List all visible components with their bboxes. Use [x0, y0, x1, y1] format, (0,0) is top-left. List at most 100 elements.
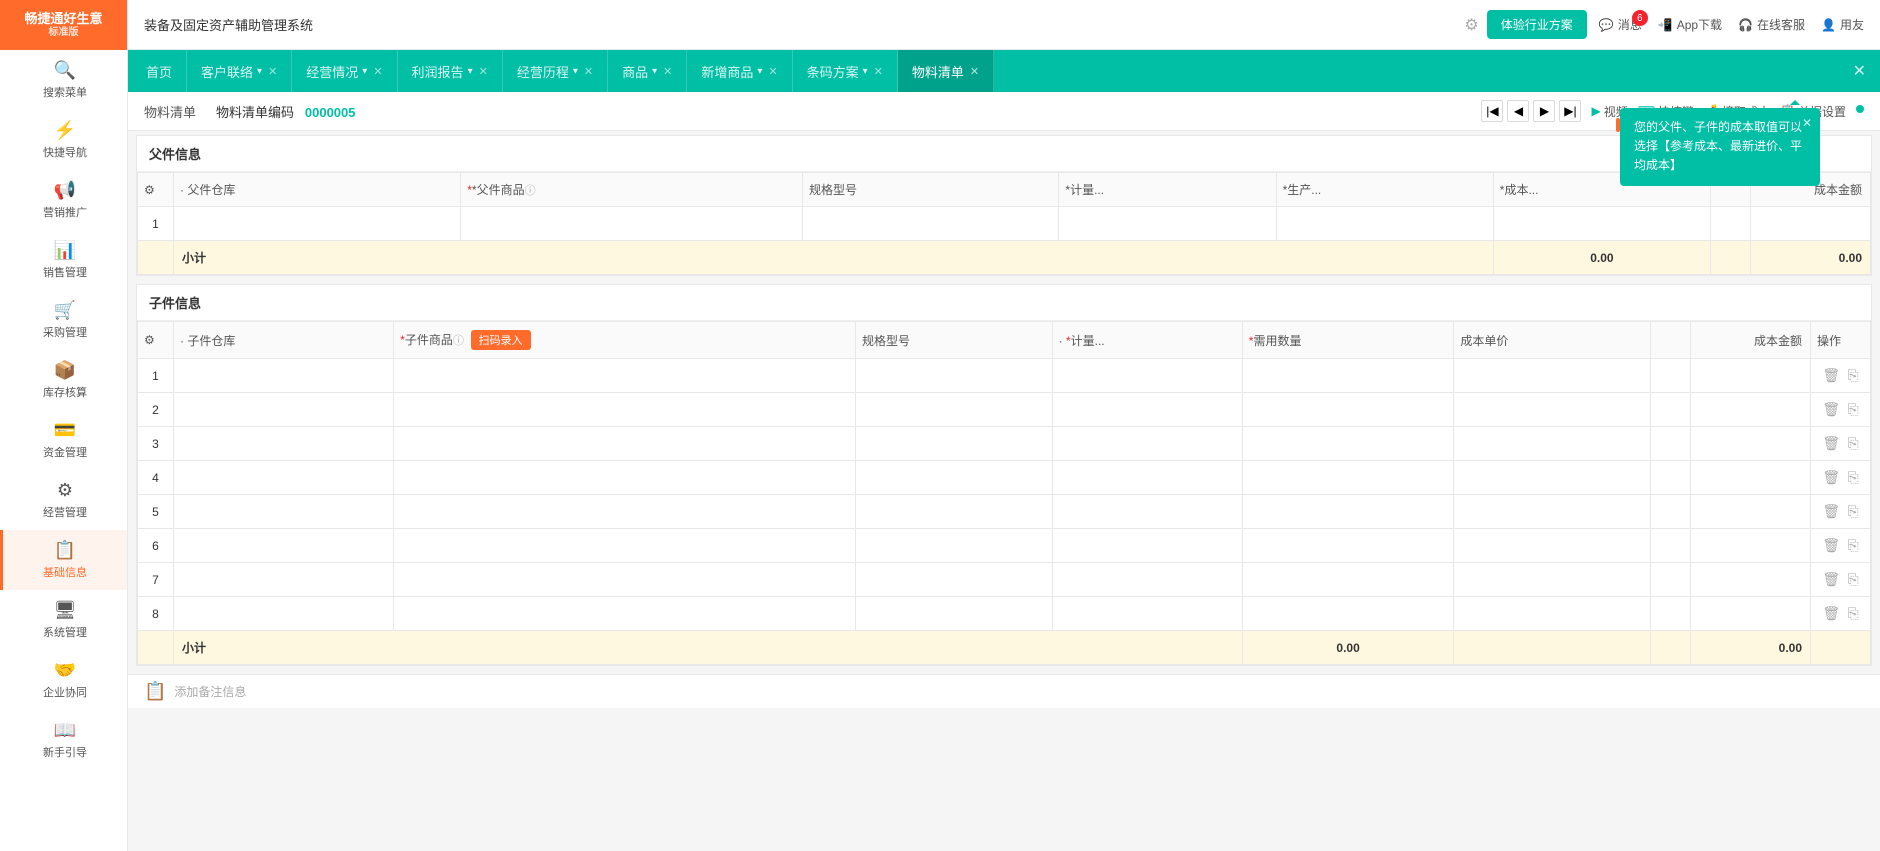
child-qty-cell[interactable]	[1242, 427, 1454, 461]
delete-row-btn[interactable]: 🗑	[1822, 571, 1840, 588]
child-unit-cell[interactable]	[1052, 529, 1242, 563]
child-config-gear-icon[interactable]: ⚙	[144, 333, 155, 347]
copy-row-btn[interactable]: ⎘	[1847, 367, 1858, 384]
sidebar-item-basic[interactable]: 📋 基础信息	[0, 530, 127, 590]
child-warehouse-cell[interactable]	[174, 597, 394, 631]
child-unit-cost-cell[interactable]	[1454, 427, 1651, 461]
child-unit-cost-cell[interactable]	[1454, 359, 1651, 393]
close-icon-7[interactable]: ✕	[874, 65, 883, 78]
child-unit-cost-cell[interactable]	[1454, 393, 1651, 427]
tab-close-all[interactable]: ✕	[1843, 61, 1876, 81]
delete-row-btn[interactable]: 🗑	[1822, 469, 1840, 486]
child-warehouse-cell[interactable]	[174, 461, 394, 495]
child-qty-cell[interactable]	[1242, 495, 1454, 529]
child-qty-cell[interactable]	[1242, 359, 1454, 393]
child-spec-cell[interactable]	[856, 461, 1053, 495]
copy-row-btn[interactable]: ⎘	[1847, 503, 1858, 520]
child-qty-cell[interactable]	[1242, 393, 1454, 427]
copy-row-btn[interactable]: ⎘	[1847, 469, 1858, 486]
sidebar-item-quick-nav[interactable]: ⚡ 快捷导航	[0, 110, 127, 170]
nav-next-next[interactable]: ▶|	[1559, 100, 1581, 122]
sidebar-item-marketing[interactable]: 📢 营销推广	[0, 170, 127, 230]
close-icon-2[interactable]: ✕	[373, 65, 382, 78]
child-warehouse-cell[interactable]	[174, 563, 394, 597]
child-spec-cell[interactable]	[856, 495, 1053, 529]
child-unit-cost-cell[interactable]	[1454, 597, 1651, 631]
settings-icon[interactable]: ⚙	[1464, 15, 1478, 35]
experience-btn[interactable]: 体验行业方案	[1487, 10, 1587, 39]
nav-prev-prev[interactable]: |◀	[1481, 100, 1503, 122]
child-spec-cell[interactable]	[856, 359, 1053, 393]
close-icon-8[interactable]: ✕	[970, 65, 979, 78]
child-spec-cell[interactable]	[856, 427, 1053, 461]
child-product-cell[interactable]	[394, 393, 856, 427]
child-warehouse-cell[interactable]	[174, 529, 394, 563]
child-unit-cost-cell[interactable]	[1454, 495, 1651, 529]
tab-barcode[interactable]: 条码方案 ▾ ✕	[793, 50, 898, 92]
child-qty-cell[interactable]	[1242, 563, 1454, 597]
child-qty-cell[interactable]	[1242, 529, 1454, 563]
close-icon-6[interactable]: ✕	[768, 65, 777, 78]
child-unit-cell[interactable]	[1052, 461, 1242, 495]
delete-row-btn[interactable]: 🗑	[1822, 605, 1840, 622]
close-icon[interactable]: ✕	[268, 65, 277, 78]
child-product-cell[interactable]	[394, 495, 856, 529]
copy-row-btn[interactable]: ⎘	[1847, 605, 1858, 622]
sidebar-item-finance[interactable]: 💳 资金管理	[0, 410, 127, 470]
child-spec-cell[interactable]	[856, 393, 1053, 427]
close-icon-3[interactable]: ✕	[479, 65, 488, 78]
sidebar-item-ops[interactable]: ⚙ 经营管理	[0, 470, 127, 530]
child-warehouse-cell[interactable]	[174, 427, 394, 461]
child-unit-cost-cell[interactable]	[1454, 461, 1651, 495]
delete-row-btn[interactable]: 🗑	[1822, 367, 1840, 384]
tab-history[interactable]: 经营历程 ▾ ✕	[503, 50, 608, 92]
nav-prev[interactable]: ◀	[1507, 100, 1529, 122]
copy-row-btn[interactable]: ⎘	[1847, 435, 1858, 452]
scan-btn[interactable]: 扫码录入	[471, 330, 531, 350]
online-service-item[interactable]: 🎧 在线客服	[1738, 16, 1805, 33]
child-unit-cell[interactable]	[1052, 597, 1242, 631]
child-product-cell[interactable]	[394, 563, 856, 597]
tab-product[interactable]: 商品 ▾ ✕	[608, 50, 687, 92]
child-unit-cell[interactable]	[1052, 393, 1242, 427]
sidebar-item-inventory[interactable]: 📦 库存核算	[0, 350, 127, 410]
sidebar-item-collab[interactable]: 🤝 企业协同	[0, 650, 127, 710]
child-unit-cell[interactable]	[1052, 359, 1242, 393]
child-qty-cell[interactable]	[1242, 461, 1454, 495]
nav-next[interactable]: ▶	[1533, 100, 1555, 122]
copy-row-btn[interactable]: ⎘	[1847, 401, 1858, 418]
child-spec-cell[interactable]	[856, 529, 1053, 563]
parent-prod-cell[interactable]	[1276, 207, 1493, 241]
message-nav-item[interactable]: 💬 6 消息	[1599, 16, 1642, 33]
delete-row-btn[interactable]: 🗑	[1822, 435, 1840, 452]
child-product-cell[interactable]	[394, 529, 856, 563]
child-unit-cell[interactable]	[1052, 563, 1242, 597]
parent-spec-cell[interactable]	[803, 207, 1059, 241]
sidebar-item-search[interactable]: 🔍 搜索菜单	[0, 50, 127, 110]
child-product-cell[interactable]	[394, 359, 856, 393]
parent-warehouse-cell[interactable]	[174, 207, 461, 241]
config-gear-icon[interactable]: ⚙	[144, 183, 155, 197]
child-product-cell[interactable]	[394, 427, 856, 461]
child-warehouse-cell[interactable]	[174, 359, 394, 393]
sidebar-item-purchase[interactable]: 🛒 采购管理	[0, 290, 127, 350]
delete-row-btn[interactable]: 🗑	[1822, 401, 1840, 418]
user-item[interactable]: 👤 用友	[1821, 16, 1864, 33]
child-spec-cell[interactable]	[856, 563, 1053, 597]
close-icon-5[interactable]: ✕	[663, 65, 672, 78]
child-spec-cell[interactable]	[856, 597, 1053, 631]
app-download-item[interactable]: 📲 App下载	[1658, 16, 1722, 33]
tab-new-product[interactable]: 新增商品 ▾ ✕	[687, 50, 792, 92]
delete-row-btn[interactable]: 🗑	[1822, 537, 1840, 554]
sidebar-item-system[interactable]: 🖥 系统管理	[0, 590, 127, 650]
child-warehouse-cell[interactable]	[174, 495, 394, 529]
close-icon-4[interactable]: ✕	[584, 65, 593, 78]
tab-home[interactable]: 首页	[132, 50, 187, 92]
delete-row-btn[interactable]: 🗑	[1822, 503, 1840, 520]
sidebar-item-sales[interactable]: 📊 销售管理	[0, 230, 127, 290]
child-unit-cost-cell[interactable]	[1454, 529, 1651, 563]
sidebar-item-guide[interactable]: 📖 新手引导	[0, 710, 127, 770]
parent-cost-cell[interactable]	[1493, 207, 1710, 241]
tab-operation[interactable]: 经营情况 ▾ ✕	[292, 50, 397, 92]
tab-bom[interactable]: 物料清单 ✕	[898, 50, 994, 92]
